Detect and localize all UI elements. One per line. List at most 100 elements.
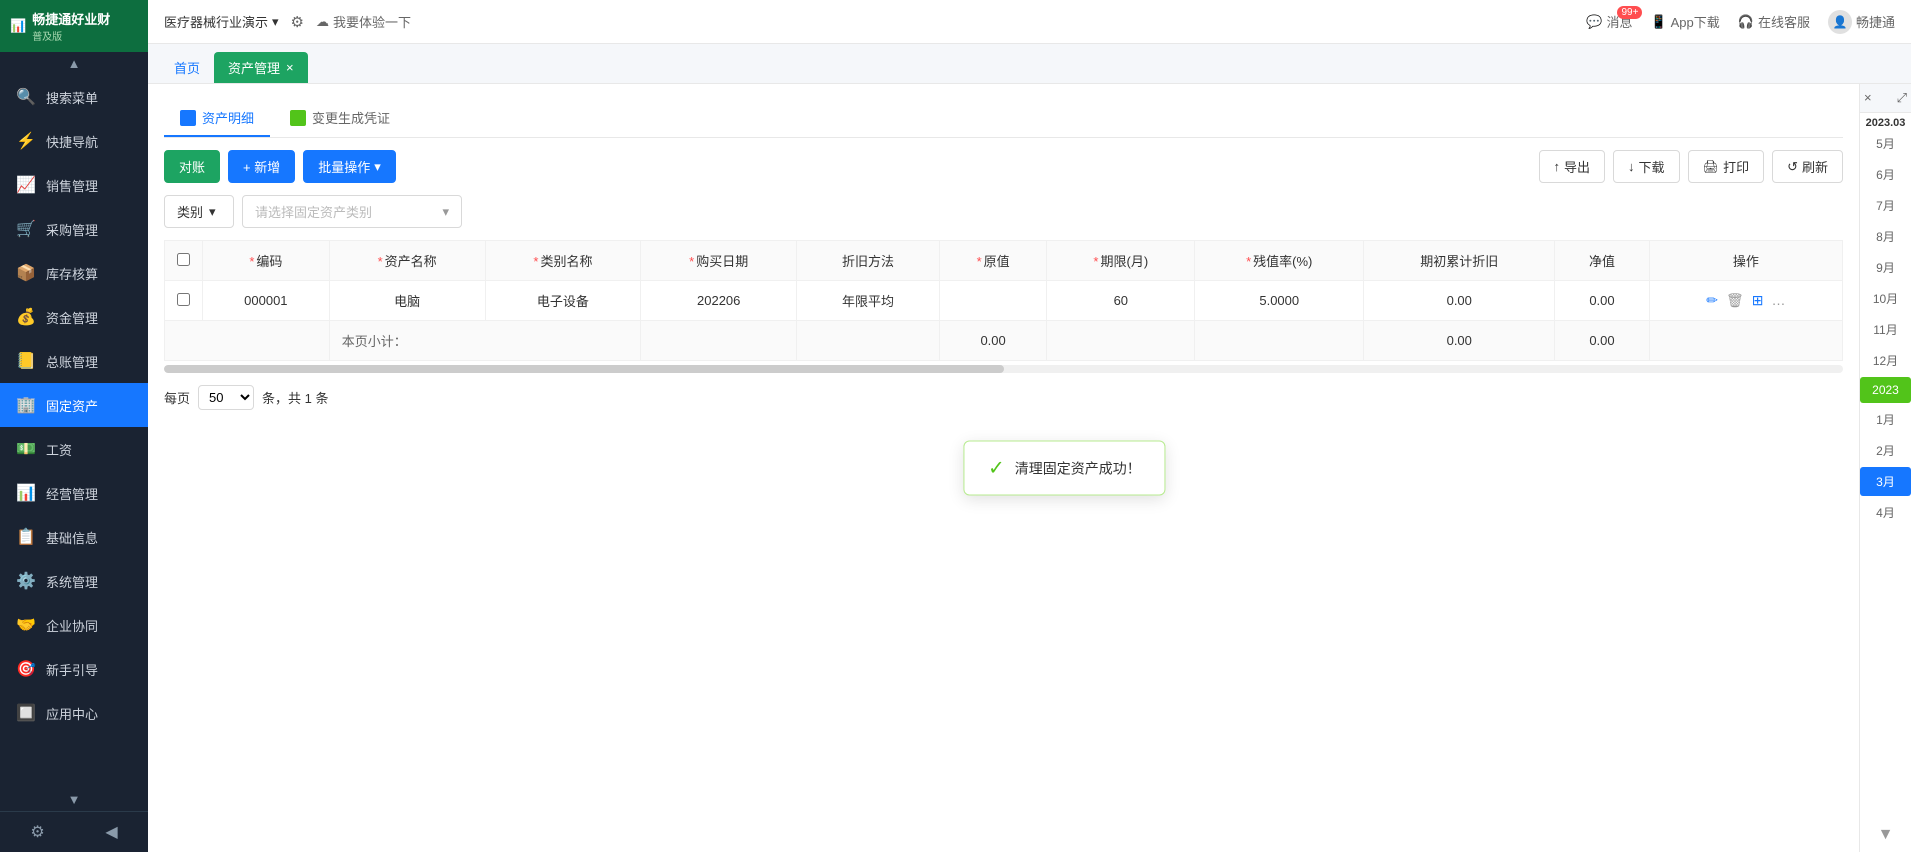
app-download-btn[interactable]: 📱 App下载	[1650, 12, 1719, 31]
row-copy-icon[interactable]: ⊞	[1752, 292, 1764, 309]
rp-month-9[interactable]: 9月	[1860, 253, 1911, 282]
category-input-dropdown-icon: ▾	[442, 204, 449, 220]
subtotal-empty2	[797, 321, 940, 361]
inventory-icon: 📦	[16, 263, 36, 283]
row-checkbox[interactable]	[177, 293, 190, 306]
reconcile-button[interactable]: 对账	[164, 150, 220, 183]
table-scrollbar[interactable]	[164, 365, 1843, 373]
th-period: *期限(月)	[1047, 241, 1195, 281]
rp-year-label: 2023.03	[1862, 113, 1910, 129]
print-button[interactable]: 🖨 打印	[1688, 150, 1765, 183]
company-selector[interactable]: 医疗器械行业演示 ▾	[164, 12, 279, 31]
rp-month-10[interactable]: 10月	[1860, 284, 1911, 313]
total-label: 条，共 1 条	[262, 388, 328, 407]
message-btn[interactable]: 💬 消息 99+	[1586, 12, 1632, 31]
collapse-sidebar-icon[interactable]: ◀	[105, 822, 117, 842]
rp-scroll-down-btn[interactable]: ▼	[1870, 818, 1902, 852]
rp-month-3[interactable]: 3月	[1860, 467, 1911, 496]
th-original-value: *原值	[939, 241, 1047, 281]
rp-year-badge[interactable]: 2023	[1860, 377, 1911, 403]
sidebar-item-sales[interactable]: 📈 销售管理	[0, 163, 148, 207]
sidebar-scroll-up[interactable]: ▲	[0, 52, 148, 75]
sidebar: 📊 畅捷通好业财 普及版 ▲ 🔍 搜索菜单 ⚡ 快捷导航 📈 销售管理 🛒 采购…	[0, 0, 148, 852]
refresh-label: 刷新	[1802, 157, 1828, 176]
service-btn[interactable]: 🎧 在线客服	[1738, 12, 1810, 31]
select-all-checkbox[interactable]	[177, 253, 190, 266]
sidebar-item-sys-mgmt[interactable]: ⚙️ 系统管理	[0, 559, 148, 603]
th-depreciation-method: 折旧方法	[797, 241, 940, 281]
company-settings-icon[interactable]: ⚙	[291, 13, 304, 31]
row-edit-icon[interactable]: ✏	[1706, 292, 1718, 309]
rp-expand-icon[interactable]: ⤢	[1897, 90, 1907, 106]
row-initial-depreciation: 0.00	[1364, 281, 1555, 321]
th-code: *编码	[203, 241, 330, 281]
rp-month-5[interactable]: 5月	[1860, 129, 1911, 158]
sidebar-label-guide: 新手引导	[46, 660, 98, 679]
toolbar-right: ↑ 导出 ↓ 下载 🖨 打印 ↺ 刷新	[1539, 150, 1843, 183]
sidebar-item-search[interactable]: 🔍 搜索菜单	[0, 75, 148, 119]
batch-label: 批量操作	[318, 157, 370, 176]
rp-month-12[interactable]: 12月	[1860, 346, 1911, 375]
rp-month-1[interactable]: 1月	[1860, 405, 1911, 434]
row-purchase-date: 202206	[641, 281, 797, 321]
rp-month-2[interactable]: 2月	[1860, 436, 1911, 465]
sidebar-label-operations: 经营管理	[46, 484, 98, 503]
sidebar-item-enterprise[interactable]: 🤝 企业协同	[0, 603, 148, 647]
rp-month-4[interactable]: 4月	[1860, 498, 1911, 527]
row-more-icon[interactable]: …	[1771, 292, 1785, 309]
main-area: 医疗器械行业演示 ▾ ⚙ ☁ 我要体验一下 💬 消息 99+ 📱 App下载 🎧…	[148, 0, 1911, 852]
rp-month-8[interactable]: 8月	[1860, 222, 1911, 251]
rp-month-11[interactable]: 11月	[1860, 315, 1911, 344]
category-select[interactable]: 类别 ▾	[164, 195, 234, 228]
row-depreciation-method: 年限平均	[797, 281, 940, 321]
category-input[interactable]: 请选择固定资产类别 ▾	[242, 195, 462, 228]
th-checkbox	[165, 241, 203, 281]
sidebar-label-payroll: 工资	[46, 440, 72, 459]
subtabs: 资产明细 变更生成凭证	[164, 100, 1843, 138]
export-button[interactable]: ↑ 导出	[1539, 150, 1606, 183]
download-icon: ↓	[1628, 159, 1635, 174]
message-icon: 💬	[1586, 14, 1602, 30]
sidebar-item-fixed-assets[interactable]: 🏢 固定资产	[0, 383, 148, 427]
rp-close-icon[interactable]: ×	[1864, 90, 1872, 106]
sidebar-item-basic-info[interactable]: 📋 基础信息	[0, 515, 148, 559]
new-button[interactable]: + 新增	[228, 150, 295, 183]
sidebar-item-inventory[interactable]: 📦 库存核算	[0, 251, 148, 295]
sidebar-item-app-center[interactable]: 🔲 应用中心	[0, 691, 148, 735]
experience-btn[interactable]: ☁ 我要体验一下	[316, 12, 411, 31]
row-code: 000001	[203, 281, 330, 321]
per-page-select[interactable]: 50 10 20 100	[198, 385, 254, 410]
settings-gear-icon[interactable]: ⚙	[30, 822, 44, 842]
subtab-asset-detail[interactable]: 资产明细	[164, 100, 270, 137]
download-button[interactable]: ↓ 下载	[1613, 150, 1680, 183]
experience-label: 我要体验一下	[333, 12, 411, 31]
sidebar-item-quick-nav[interactable]: ⚡ 快捷导航	[0, 119, 148, 163]
th-purchase-date: *购买日期	[641, 241, 797, 281]
tab-close-icon[interactable]: ×	[286, 60, 294, 75]
tab-asset-management[interactable]: 资产管理 ×	[214, 52, 308, 83]
asset-table-wrapper: *编码 *资产名称 *类别名称 *购买日期 折旧方法 *原值 *期限(月) *残…	[164, 240, 1843, 373]
row-net-value: 0.00	[1555, 281, 1650, 321]
pagination: 每页 50 10 20 100 条，共 1 条	[164, 373, 1843, 414]
sidebar-item-ledger[interactable]: 📒 总账管理	[0, 339, 148, 383]
sidebar-item-operations[interactable]: 📊 经营管理	[0, 471, 148, 515]
subtab-change-voucher[interactable]: 变更生成凭证	[274, 100, 406, 137]
sidebar-item-funds[interactable]: 💰 资金管理	[0, 295, 148, 339]
sidebar-item-purchase[interactable]: 🛒 采购管理	[0, 207, 148, 251]
batch-button[interactable]: 批量操作 ▾	[303, 150, 396, 183]
sidebar-item-payroll[interactable]: 💵 工资	[0, 427, 148, 471]
user-btn[interactable]: 👤 畅捷通	[1828, 10, 1895, 34]
refresh-button[interactable]: ↺ 刷新	[1772, 150, 1843, 183]
subtotal-actions	[1649, 321, 1842, 361]
user-name: 畅捷通	[1856, 12, 1895, 31]
topbar-right: 💬 消息 99+ 📱 App下载 🎧 在线客服 👤 畅捷通	[1586, 10, 1895, 34]
rp-month-6[interactable]: 6月	[1860, 160, 1911, 189]
row-delete-icon[interactable]: 🗑	[1726, 292, 1744, 309]
tab-home[interactable]: 首页	[164, 52, 210, 83]
sales-icon: 📈	[16, 175, 36, 195]
print-icon: 🖨	[1703, 159, 1720, 175]
user-avatar-icon: 👤	[1828, 10, 1852, 34]
rp-month-7[interactable]: 7月	[1860, 191, 1911, 220]
sidebar-scroll-down[interactable]: ▼	[0, 788, 148, 811]
sidebar-item-guide[interactable]: 🎯 新手引导	[0, 647, 148, 691]
